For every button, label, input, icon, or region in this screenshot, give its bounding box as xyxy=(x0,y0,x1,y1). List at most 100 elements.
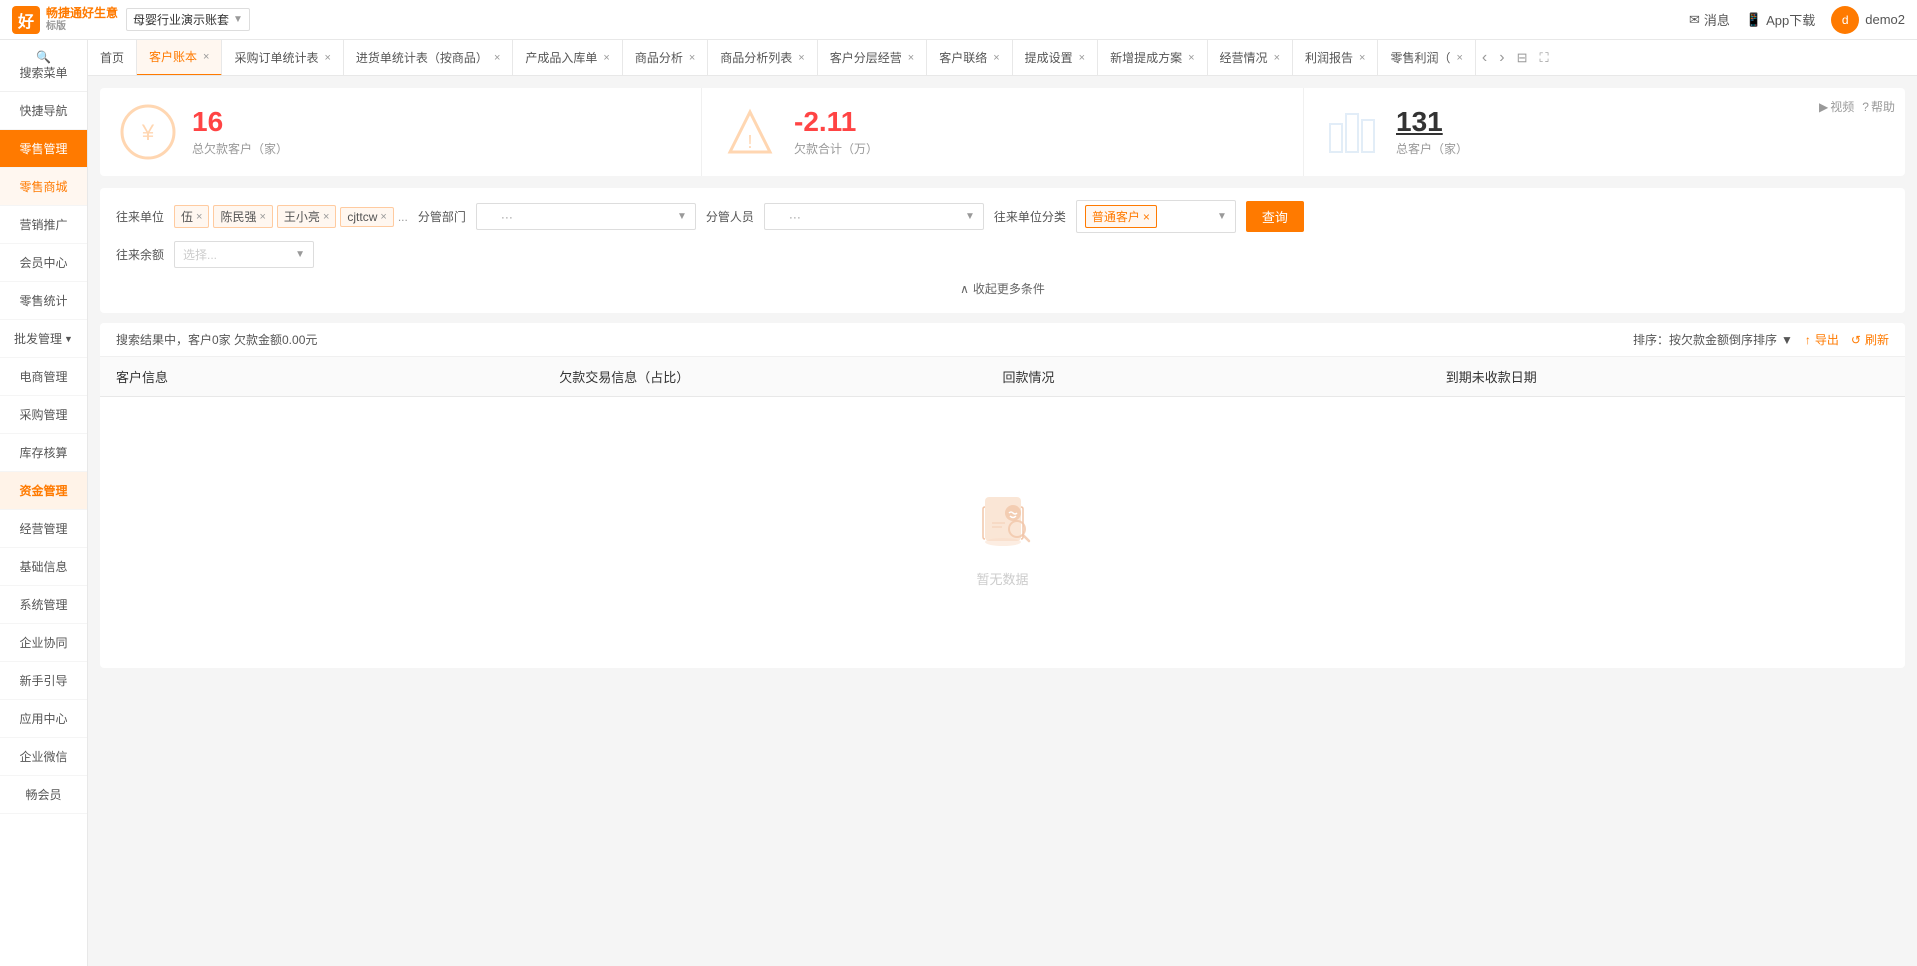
collapse-btn[interactable]: ∧ 收起更多条件 xyxy=(116,276,1889,301)
sidebar-item-member-center[interactable]: 会员中心 xyxy=(0,244,87,282)
sidebar-item-retail-mall[interactable]: 零售商城 xyxy=(0,168,87,206)
app-download-btn[interactable]: 📱 App下载 xyxy=(1746,10,1815,29)
message-label: 消息 xyxy=(1704,10,1730,29)
account-dropdown[interactable]: 母婴行业演示账套 ▼ xyxy=(126,8,250,31)
tab-retail-profit-label: 零售利润（ xyxy=(1390,49,1450,66)
close-icon[interactable]: × xyxy=(993,52,999,64)
sidebar-item-quick-nav[interactable]: 快捷导航 xyxy=(0,92,87,130)
balance-select[interactable]: 选择... ▼ xyxy=(174,241,314,268)
sidebar-search[interactable]: 🔍 搜索菜单 xyxy=(0,40,87,92)
refresh-button[interactable]: ↺ 刷新 xyxy=(1851,331,1889,348)
stat-total-customers: 131 总客户（家） ▶ 视频 ? 帮助 xyxy=(1304,88,1905,176)
close-icon[interactable]: × xyxy=(908,52,914,64)
tab-product-analysis-list-label: 商品分析列表 xyxy=(720,49,792,66)
operation-mgmt-label: 经营管理 xyxy=(19,522,67,536)
basic-info-label: 基础信息 xyxy=(19,560,67,574)
close-icon[interactable]: × xyxy=(1188,52,1194,64)
tab-profit-report[interactable]: 利润报告 × xyxy=(1293,40,1378,76)
tab-customer-accounts-label: 客户账本 xyxy=(149,48,197,65)
close-icon[interactable]: × xyxy=(689,52,695,64)
filter-tag-wang[interactable]: 王小亮 × xyxy=(277,205,336,228)
tab-nav-prev[interactable]: ‹ xyxy=(1476,40,1493,76)
tab-new-raise-plan[interactable]: 新增提成方案 × xyxy=(1098,40,1207,76)
balance-chevron-icon: ▼ xyxy=(295,249,305,260)
sort-button[interactable]: 排序：按欠款金额倒序排序 ▼ xyxy=(1633,331,1793,348)
layout: 🔍 搜索菜单 快捷导航 零售管理 零售商城 营销推广 会员中心 零售统计 批发管… xyxy=(0,40,1917,966)
sidebar-item-capital-mgmt[interactable]: 资金管理 xyxy=(0,472,87,510)
unit-category-select[interactable]: 普通客户 × ▼ xyxy=(1076,200,1236,233)
filter-more-btn[interactable]: ... xyxy=(398,210,408,224)
tab-customer-segment[interactable]: 客户分层经营 × xyxy=(818,40,927,76)
tab-customer-contact[interactable]: 客户联络 × xyxy=(927,40,1012,76)
dept-more-icon[interactable]: ··· xyxy=(501,210,513,224)
tab-product-analysis-list[interactable]: 商品分析列表 × xyxy=(708,40,817,76)
close-icon[interactable]: × xyxy=(324,52,330,64)
sidebar-item-new-guide[interactable]: 新手引导 xyxy=(0,662,87,700)
tab-purchase-stats[interactable]: 采购订单统计表 × xyxy=(222,40,343,76)
col-credit-info: 欠款交易信息（占比） xyxy=(559,367,1002,386)
tab-inbound-stats[interactable]: 进货单统计表（按商品） × xyxy=(344,40,513,76)
sidebar-item-system-mgmt[interactable]: 系统管理 xyxy=(0,586,87,624)
tab-new-raise-plan-label: 新增提成方案 xyxy=(1110,49,1182,66)
sidebar-item-enterprise-collab[interactable]: 企业协同 xyxy=(0,624,87,662)
filter-row-2: 往来余额 选择... ▼ xyxy=(116,241,1889,268)
help-btn[interactable]: ? 帮助 xyxy=(1862,98,1895,115)
close-icon[interactable]: × xyxy=(603,52,609,64)
video-btn[interactable]: ▶ 视频 xyxy=(1819,98,1854,115)
search-result-info: 搜索结果中，客户0家 欠款金额0.00元 xyxy=(116,331,317,348)
dept-select[interactable]: ··· ▼ xyxy=(476,203,696,230)
sidebar-item-operation-mgmt[interactable]: 经营管理 xyxy=(0,510,87,548)
tab-expand-btn[interactable]: ⊟ xyxy=(1511,40,1534,76)
top-bar: 好 畅捷通好生意 标版 母婴行业演示账套 ▼ ✉ 消息 📱 App下载 d de… xyxy=(0,0,1917,40)
sidebar-item-marketing[interactable]: 营销推广 xyxy=(0,206,87,244)
tab-product-inbound[interactable]: 产成品入库单 × xyxy=(513,40,622,76)
sidebar-item-basic-info[interactable]: 基础信息 xyxy=(0,548,87,586)
tab-product-analysis[interactable]: 商品分析 × xyxy=(623,40,708,76)
empty-icon xyxy=(963,477,1043,557)
close-icon[interactable]: × xyxy=(1359,52,1365,64)
tab-customer-accounts[interactable]: 客户账本 × xyxy=(137,40,222,76)
tab-home[interactable]: 首页 xyxy=(88,40,137,76)
sidebar-item-inventory[interactable]: 库存核算 xyxy=(0,434,87,472)
tab-product-analysis-label: 商品分析 xyxy=(635,49,683,66)
close-icon[interactable]: × xyxy=(798,52,804,64)
tag-cjttcw-close[interactable]: × xyxy=(380,211,386,223)
close-icon[interactable]: × xyxy=(1456,52,1462,64)
tab-retail-profit[interactable]: 零售利润（ × xyxy=(1378,40,1475,76)
stat-credit-customers-label: 总欠款客户（家） xyxy=(192,140,288,157)
sidebar-item-enterprise-wechat[interactable]: 企业微信 xyxy=(0,738,87,776)
sidebar-item-ecommerce-mgmt[interactable]: 电商管理 xyxy=(0,358,87,396)
filter-tag-chen[interactable]: 陈民强 × xyxy=(213,205,272,228)
export-button[interactable]: ↑ 导出 xyxy=(1805,331,1839,348)
close-icon[interactable]: × xyxy=(1274,52,1280,64)
sidebar-item-purchase-mgmt[interactable]: 采购管理 xyxy=(0,396,87,434)
tag-wu-close[interactable]: × xyxy=(196,211,202,223)
tag-wang-close[interactable]: × xyxy=(323,211,329,223)
sidebar-item-app-center[interactable]: 应用中心 xyxy=(0,700,87,738)
filter-tag-cjttcw[interactable]: cjttcw × xyxy=(340,207,393,227)
system-mgmt-label: 系统管理 xyxy=(19,598,67,612)
tab-raise-settings[interactable]: 提成设置 × xyxy=(1013,40,1098,76)
close-icon[interactable]: × xyxy=(1079,52,1085,64)
filter-row-1: 往来单位 伍 × 陈民强 × 王小亮 × xyxy=(116,200,1889,233)
query-button[interactable]: 查询 xyxy=(1246,201,1304,232)
message-btn[interactable]: ✉ 消息 xyxy=(1689,10,1730,29)
person-more-icon[interactable]: ··· xyxy=(789,210,801,224)
sidebar-item-wholesale-mgmt[interactable]: 批发管理 ▼ xyxy=(0,320,87,358)
tab-operation-status[interactable]: 经营情况 × xyxy=(1208,40,1293,76)
category-tag-close[interactable]: × xyxy=(1143,210,1150,224)
close-icon[interactable]: × xyxy=(203,51,209,63)
sidebar-item-retail-mgmt[interactable]: 零售管理 xyxy=(0,130,87,168)
tag-chen-close[interactable]: × xyxy=(259,211,265,223)
filter-tag-wu[interactable]: 伍 × xyxy=(174,205,209,228)
person-select[interactable]: ··· ▼ xyxy=(764,203,984,230)
sidebar-item-retail-stats[interactable]: 零售统计 xyxy=(0,282,87,320)
tab-nav-next[interactable]: › xyxy=(1493,40,1510,76)
sidebar-item-vip-member[interactable]: 畅会员 xyxy=(0,776,87,814)
tab-fullscreen-btn[interactable]: ⛶ xyxy=(1533,40,1554,76)
user-area[interactable]: d demo2 xyxy=(1831,6,1905,34)
person-filter-label: 分管人员 xyxy=(706,208,754,225)
close-icon[interactable]: × xyxy=(494,52,500,64)
unit-category-label: 往来单位分类 xyxy=(994,208,1066,225)
category-tag-common[interactable]: 普通客户 × xyxy=(1085,205,1157,228)
